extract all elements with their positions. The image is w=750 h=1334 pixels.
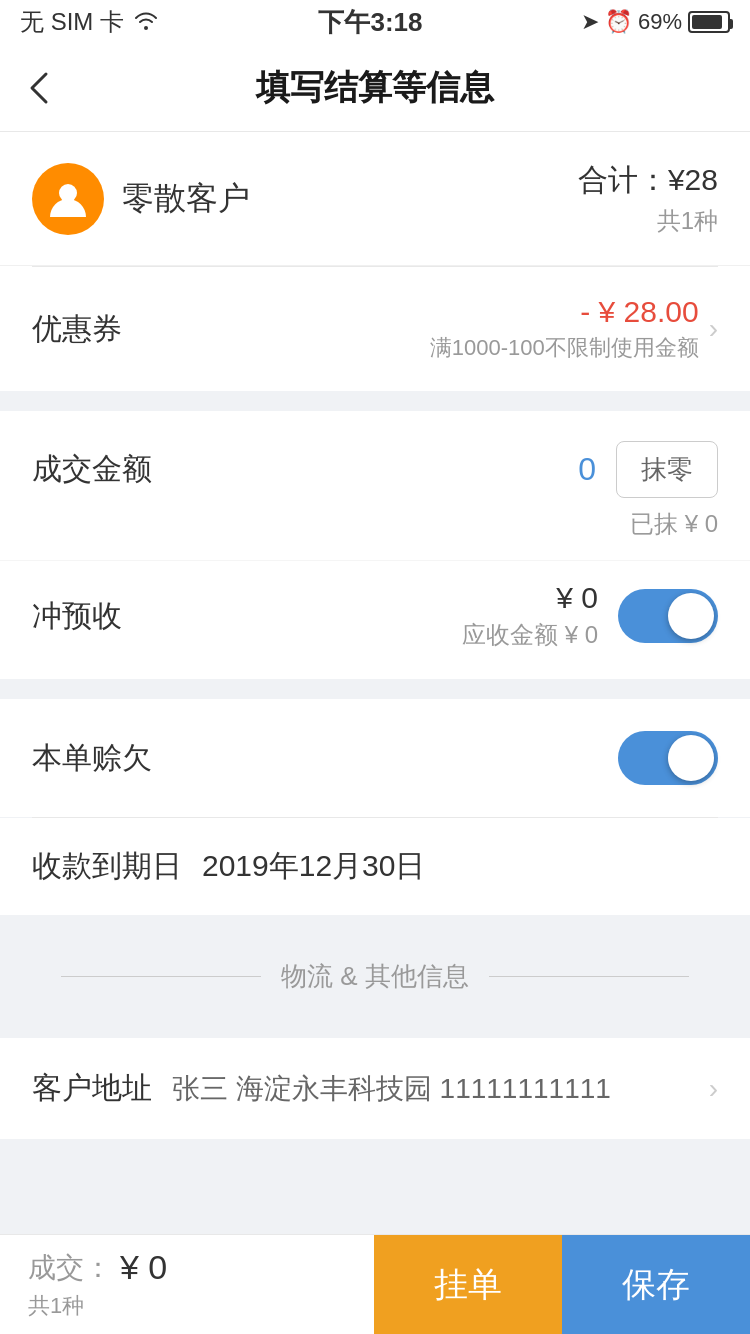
debt-label: 本单赊欠 bbox=[32, 738, 152, 779]
bottom-count: 共1种 bbox=[28, 1291, 346, 1321]
bottom-deal-value: ¥ 0 bbox=[120, 1248, 167, 1287]
coupon-label: 优惠券 bbox=[32, 309, 122, 350]
bottom-info: 成交： ¥ 0 共1种 bbox=[0, 1248, 374, 1321]
deal-amount-row: 成交金额 0 抹零 bbox=[0, 411, 750, 508]
prepay-right: ¥ 0 应收金额 ¥ 0 bbox=[462, 581, 718, 651]
deal-sub-text: 已抹 ¥ 0 bbox=[0, 508, 750, 560]
coupon-chevron-icon: › bbox=[709, 313, 718, 345]
debt-section: 本单赊欠 bbox=[0, 699, 750, 817]
logistics-divider: 物流 & 其他信息 bbox=[0, 959, 750, 994]
coupon-row[interactable]: 优惠券 - ¥ 28.00 满1000-100不限制使用金额 › bbox=[0, 267, 750, 391]
alarm-icon: ⏰ bbox=[605, 9, 632, 35]
prepay-toggle[interactable] bbox=[618, 589, 718, 643]
logistics-section: 物流 & 其他信息 bbox=[0, 935, 750, 1018]
save-button[interactable]: 保存 bbox=[562, 1235, 750, 1334]
prepay-amounts: ¥ 0 应收金额 ¥ 0 bbox=[462, 581, 598, 651]
coupon-right: - ¥ 28.00 满1000-100不限制使用金额 › bbox=[430, 295, 718, 363]
section-gap-1 bbox=[0, 391, 750, 411]
coupon-desc: 满1000-100不限制使用金额 bbox=[430, 333, 699, 363]
hold-button[interactable]: 挂单 bbox=[374, 1235, 562, 1334]
hold-label: 挂单 bbox=[434, 1262, 502, 1308]
deal-amount-value[interactable]: 0 bbox=[578, 451, 596, 488]
prepay-amount: ¥ 0 bbox=[462, 581, 598, 615]
battery-icon bbox=[688, 11, 730, 33]
section-gap-4 bbox=[0, 1018, 750, 1038]
bottom-deal-label: 成交： bbox=[28, 1249, 112, 1287]
deal-section: 成交金额 0 抹零 已抹 ¥ 0 冲预收 ¥ 0 应收金额 ¥ 0 bbox=[0, 411, 750, 679]
back-button[interactable] bbox=[28, 70, 50, 106]
wifi-icon bbox=[132, 8, 160, 36]
carrier-label: 无 SIM 卡 bbox=[20, 6, 124, 38]
prepay-row: 冲预收 ¥ 0 应收金额 ¥ 0 bbox=[0, 560, 750, 679]
duedate-row: 收款到期日 2019年12月30日 bbox=[0, 818, 750, 915]
bottom-deal: 成交： ¥ 0 bbox=[28, 1248, 346, 1287]
customer-total: 合计：¥28 bbox=[578, 160, 718, 201]
nav-bar: 填写结算等信息 bbox=[0, 44, 750, 132]
prepay-label: 冲预收 bbox=[32, 596, 122, 637]
status-bar: 无 SIM 卡 下午3:18 ➤ ⏰ 69% bbox=[0, 0, 750, 44]
duedate-label: 收款到期日 bbox=[32, 846, 182, 887]
customer-name: 零散客户 bbox=[122, 177, 250, 221]
address-value: 张三 海淀永丰科技园 11111111111 bbox=[172, 1070, 709, 1108]
save-label: 保存 bbox=[622, 1262, 690, 1308]
deal-right: 0 抹零 bbox=[578, 441, 718, 498]
status-right: ➤ ⏰ 69% bbox=[581, 9, 730, 35]
customer-left: 零散客户 bbox=[32, 163, 250, 235]
content: 零散客户 合计：¥28 共1种 优惠券 - ¥ 28.00 满1000-100不… bbox=[0, 132, 750, 1334]
coupon-right-content: - ¥ 28.00 满1000-100不限制使用金额 bbox=[430, 295, 699, 363]
battery-label: 69% bbox=[638, 9, 682, 35]
customer-section: 零散客户 合计：¥28 共1种 优惠券 - ¥ 28.00 满1000-100不… bbox=[0, 132, 750, 391]
location-icon: ➤ bbox=[581, 9, 599, 35]
customer-row: 零散客户 合计：¥28 共1种 bbox=[0, 132, 750, 266]
address-chevron-icon: › bbox=[709, 1073, 718, 1105]
status-left: 无 SIM 卡 bbox=[20, 6, 160, 38]
debt-toggle[interactable] bbox=[618, 731, 718, 785]
deal-amount-label: 成交金额 bbox=[32, 449, 152, 490]
page-title: 填写结算等信息 bbox=[256, 65, 494, 111]
customer-avatar bbox=[32, 163, 104, 235]
bottom-bar: 成交： ¥ 0 共1种 挂单 保存 bbox=[0, 1234, 750, 1334]
time-label: 下午3:18 bbox=[318, 5, 422, 40]
logistics-label: 物流 & 其他信息 bbox=[281, 959, 469, 994]
round-zero-button[interactable]: 抹零 bbox=[616, 441, 718, 498]
address-label: 客户地址 bbox=[32, 1068, 152, 1109]
coupon-amount: - ¥ 28.00 bbox=[430, 295, 699, 329]
section-gap-3 bbox=[0, 915, 750, 935]
duedate-value: 2019年12月30日 bbox=[202, 846, 425, 887]
customer-count: 共1种 bbox=[578, 205, 718, 237]
prepay-receivable: 应收金额 ¥ 0 bbox=[462, 619, 598, 651]
bottom-buttons: 挂单 保存 bbox=[374, 1235, 750, 1334]
address-row[interactable]: 客户地址 张三 海淀永丰科技园 11111111111 › bbox=[0, 1038, 750, 1139]
section-gap-2 bbox=[0, 679, 750, 699]
customer-right: 合计：¥28 共1种 bbox=[578, 160, 718, 237]
